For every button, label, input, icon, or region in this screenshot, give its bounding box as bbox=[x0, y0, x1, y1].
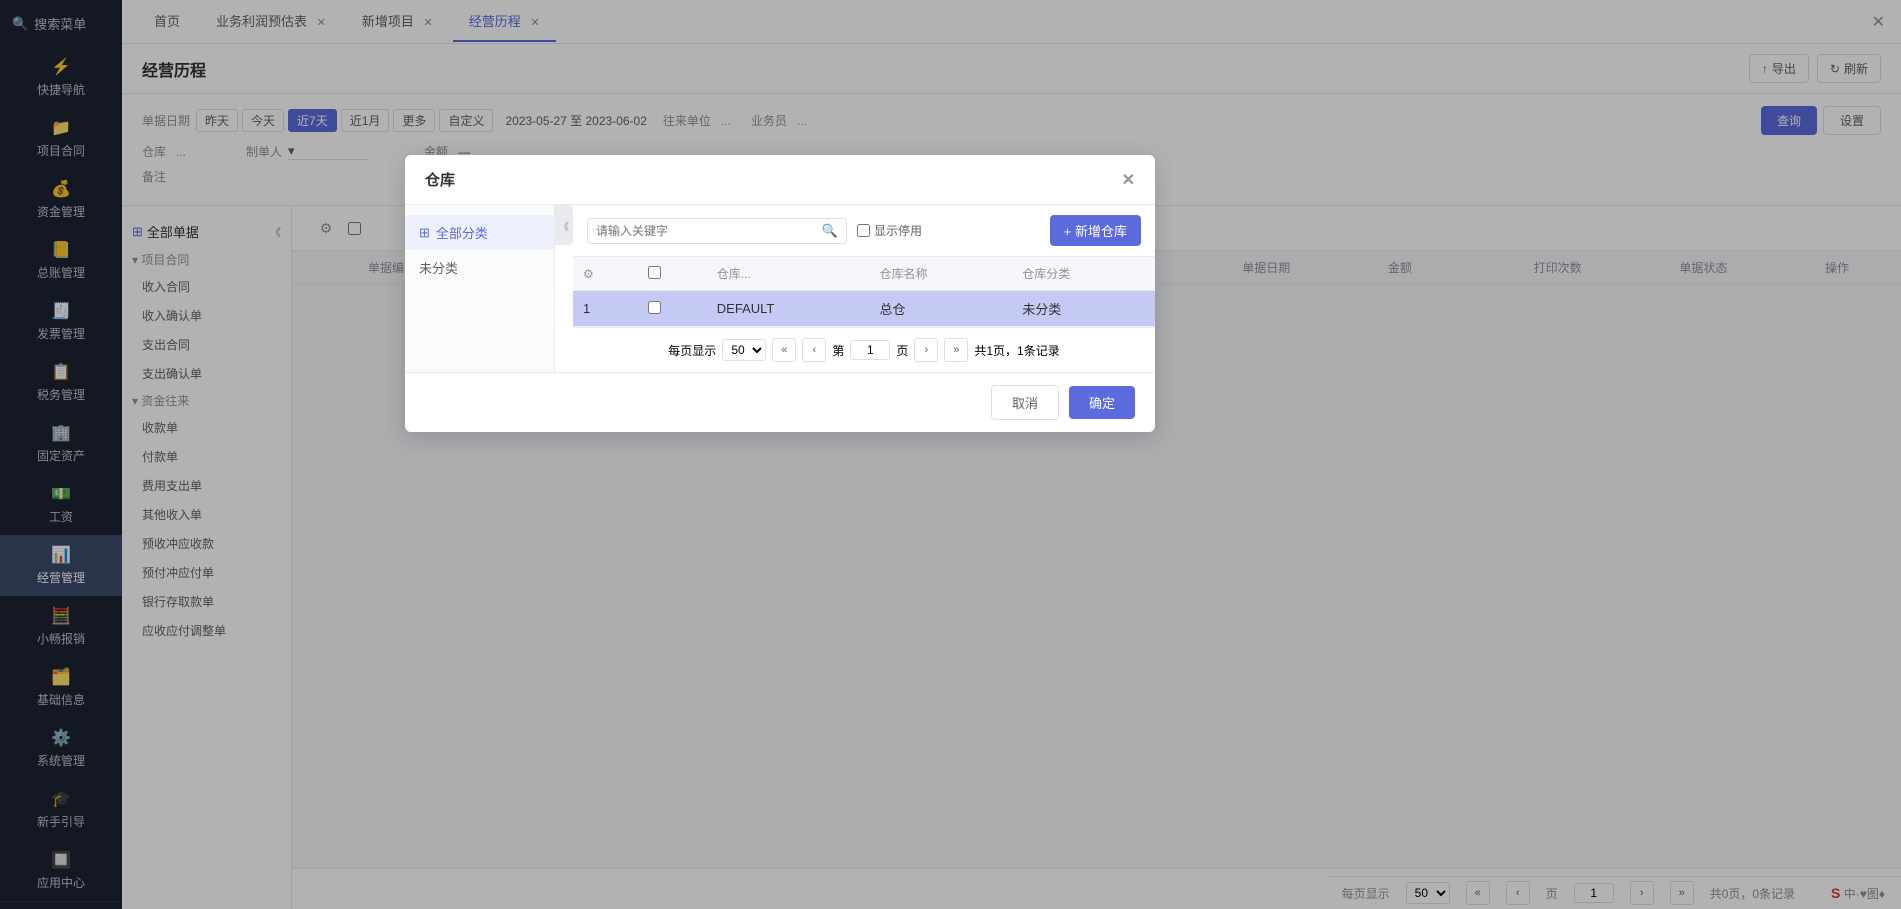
modal-right-panel: 🔍 显示停用 + 新增仓库 ⚙ 仓库... 仓库名称 bbox=[573, 205, 1155, 372]
row-check[interactable] bbox=[638, 291, 707, 327]
col-settings: ⚙ bbox=[573, 257, 638, 291]
modal-title: 仓库 bbox=[425, 169, 455, 190]
warehouse-search-input[interactable] bbox=[596, 224, 816, 238]
modal-table: ⚙ 仓库... 仓库名称 仓库分类 1 DEFAULT 总仓 bbox=[573, 257, 1155, 327]
add-warehouse-button[interactable]: + 新增仓库 bbox=[1050, 215, 1141, 246]
show-disabled-text: 显示停用 bbox=[874, 222, 922, 239]
modal-close-button[interactable]: ✕ bbox=[1122, 170, 1135, 190]
modal-current-page[interactable] bbox=[850, 340, 890, 360]
col-name: 仓库名称 bbox=[870, 257, 1013, 291]
modal-table-header: ⚙ 仓库... 仓库名称 仓库分类 bbox=[573, 257, 1155, 291]
row-code: DEFAULT bbox=[707, 291, 870, 327]
warehouse-modal: 仓库 ✕ ⊞ 全部分类 未分类 《 🔍 bbox=[405, 155, 1155, 432]
modal-pagination: 每页显示 50 « ‹ 第 页 › » 共1页，1条记录 bbox=[573, 327, 1155, 372]
confirm-button[interactable]: 确定 bbox=[1069, 386, 1135, 419]
grid-cat-icon: ⊞ bbox=[419, 225, 430, 241]
cancel-button[interactable]: 取消 bbox=[991, 385, 1059, 420]
modal-body: ⊞ 全部分类 未分类 《 🔍 显示停用 bbox=[405, 205, 1155, 372]
show-disabled-checkbox[interactable] bbox=[857, 224, 870, 237]
row-category: 未分类 bbox=[1012, 291, 1155, 327]
search-input-wrap: 🔍 bbox=[587, 218, 847, 244]
modal-next-page[interactable]: › bbox=[914, 338, 938, 362]
modal-first-page[interactable]: « bbox=[772, 338, 796, 362]
row-name: 总仓 bbox=[870, 291, 1013, 327]
modal-left-panel: ⊞ 全部分类 未分类 bbox=[405, 205, 555, 372]
collapse-icon: 《 bbox=[559, 218, 569, 233]
modal-select-all[interactable] bbox=[648, 266, 661, 279]
category-all-label: 全部分类 bbox=[436, 223, 488, 242]
modal-collapse-btn[interactable]: 《 bbox=[555, 205, 573, 245]
modal-header: 仓库 ✕ bbox=[405, 155, 1155, 205]
col-category: 仓库分类 bbox=[1012, 257, 1155, 291]
modal-overlay bbox=[0, 0, 1901, 909]
modal-left-wrapper: ⊞ 全部分类 未分类 《 bbox=[405, 205, 573, 372]
col-check bbox=[638, 257, 707, 291]
row-checkbox[interactable] bbox=[648, 301, 661, 314]
modal-footer: 取消 确定 bbox=[405, 372, 1155, 432]
modal-page-label-pre: 第 bbox=[832, 342, 844, 359]
unclassified-label: 未分类 bbox=[419, 261, 458, 276]
row-num: 1 bbox=[573, 291, 638, 327]
modal-prev-page[interactable]: ‹ bbox=[802, 338, 826, 362]
col-code: 仓库... bbox=[707, 257, 870, 291]
modal-per-page-select[interactable]: 50 bbox=[722, 339, 766, 361]
category-all[interactable]: ⊞ 全部分类 bbox=[405, 215, 554, 250]
category-unclassified[interactable]: 未分类 bbox=[405, 250, 554, 285]
table-row[interactable]: 1 DEFAULT 总仓 未分类 bbox=[573, 291, 1155, 327]
modal-search-toolbar: 🔍 显示停用 + 新增仓库 bbox=[573, 205, 1155, 257]
modal-last-page[interactable]: » bbox=[944, 338, 968, 362]
modal-total-info: 共1页，1条记录 bbox=[974, 342, 1059, 359]
warehouse-search-icon[interactable]: 🔍 bbox=[822, 223, 838, 239]
show-disabled-label[interactable]: 显示停用 bbox=[857, 222, 922, 239]
modal-page-label: 页 bbox=[896, 342, 908, 359]
modal-per-page-label: 每页显示 bbox=[668, 342, 716, 359]
